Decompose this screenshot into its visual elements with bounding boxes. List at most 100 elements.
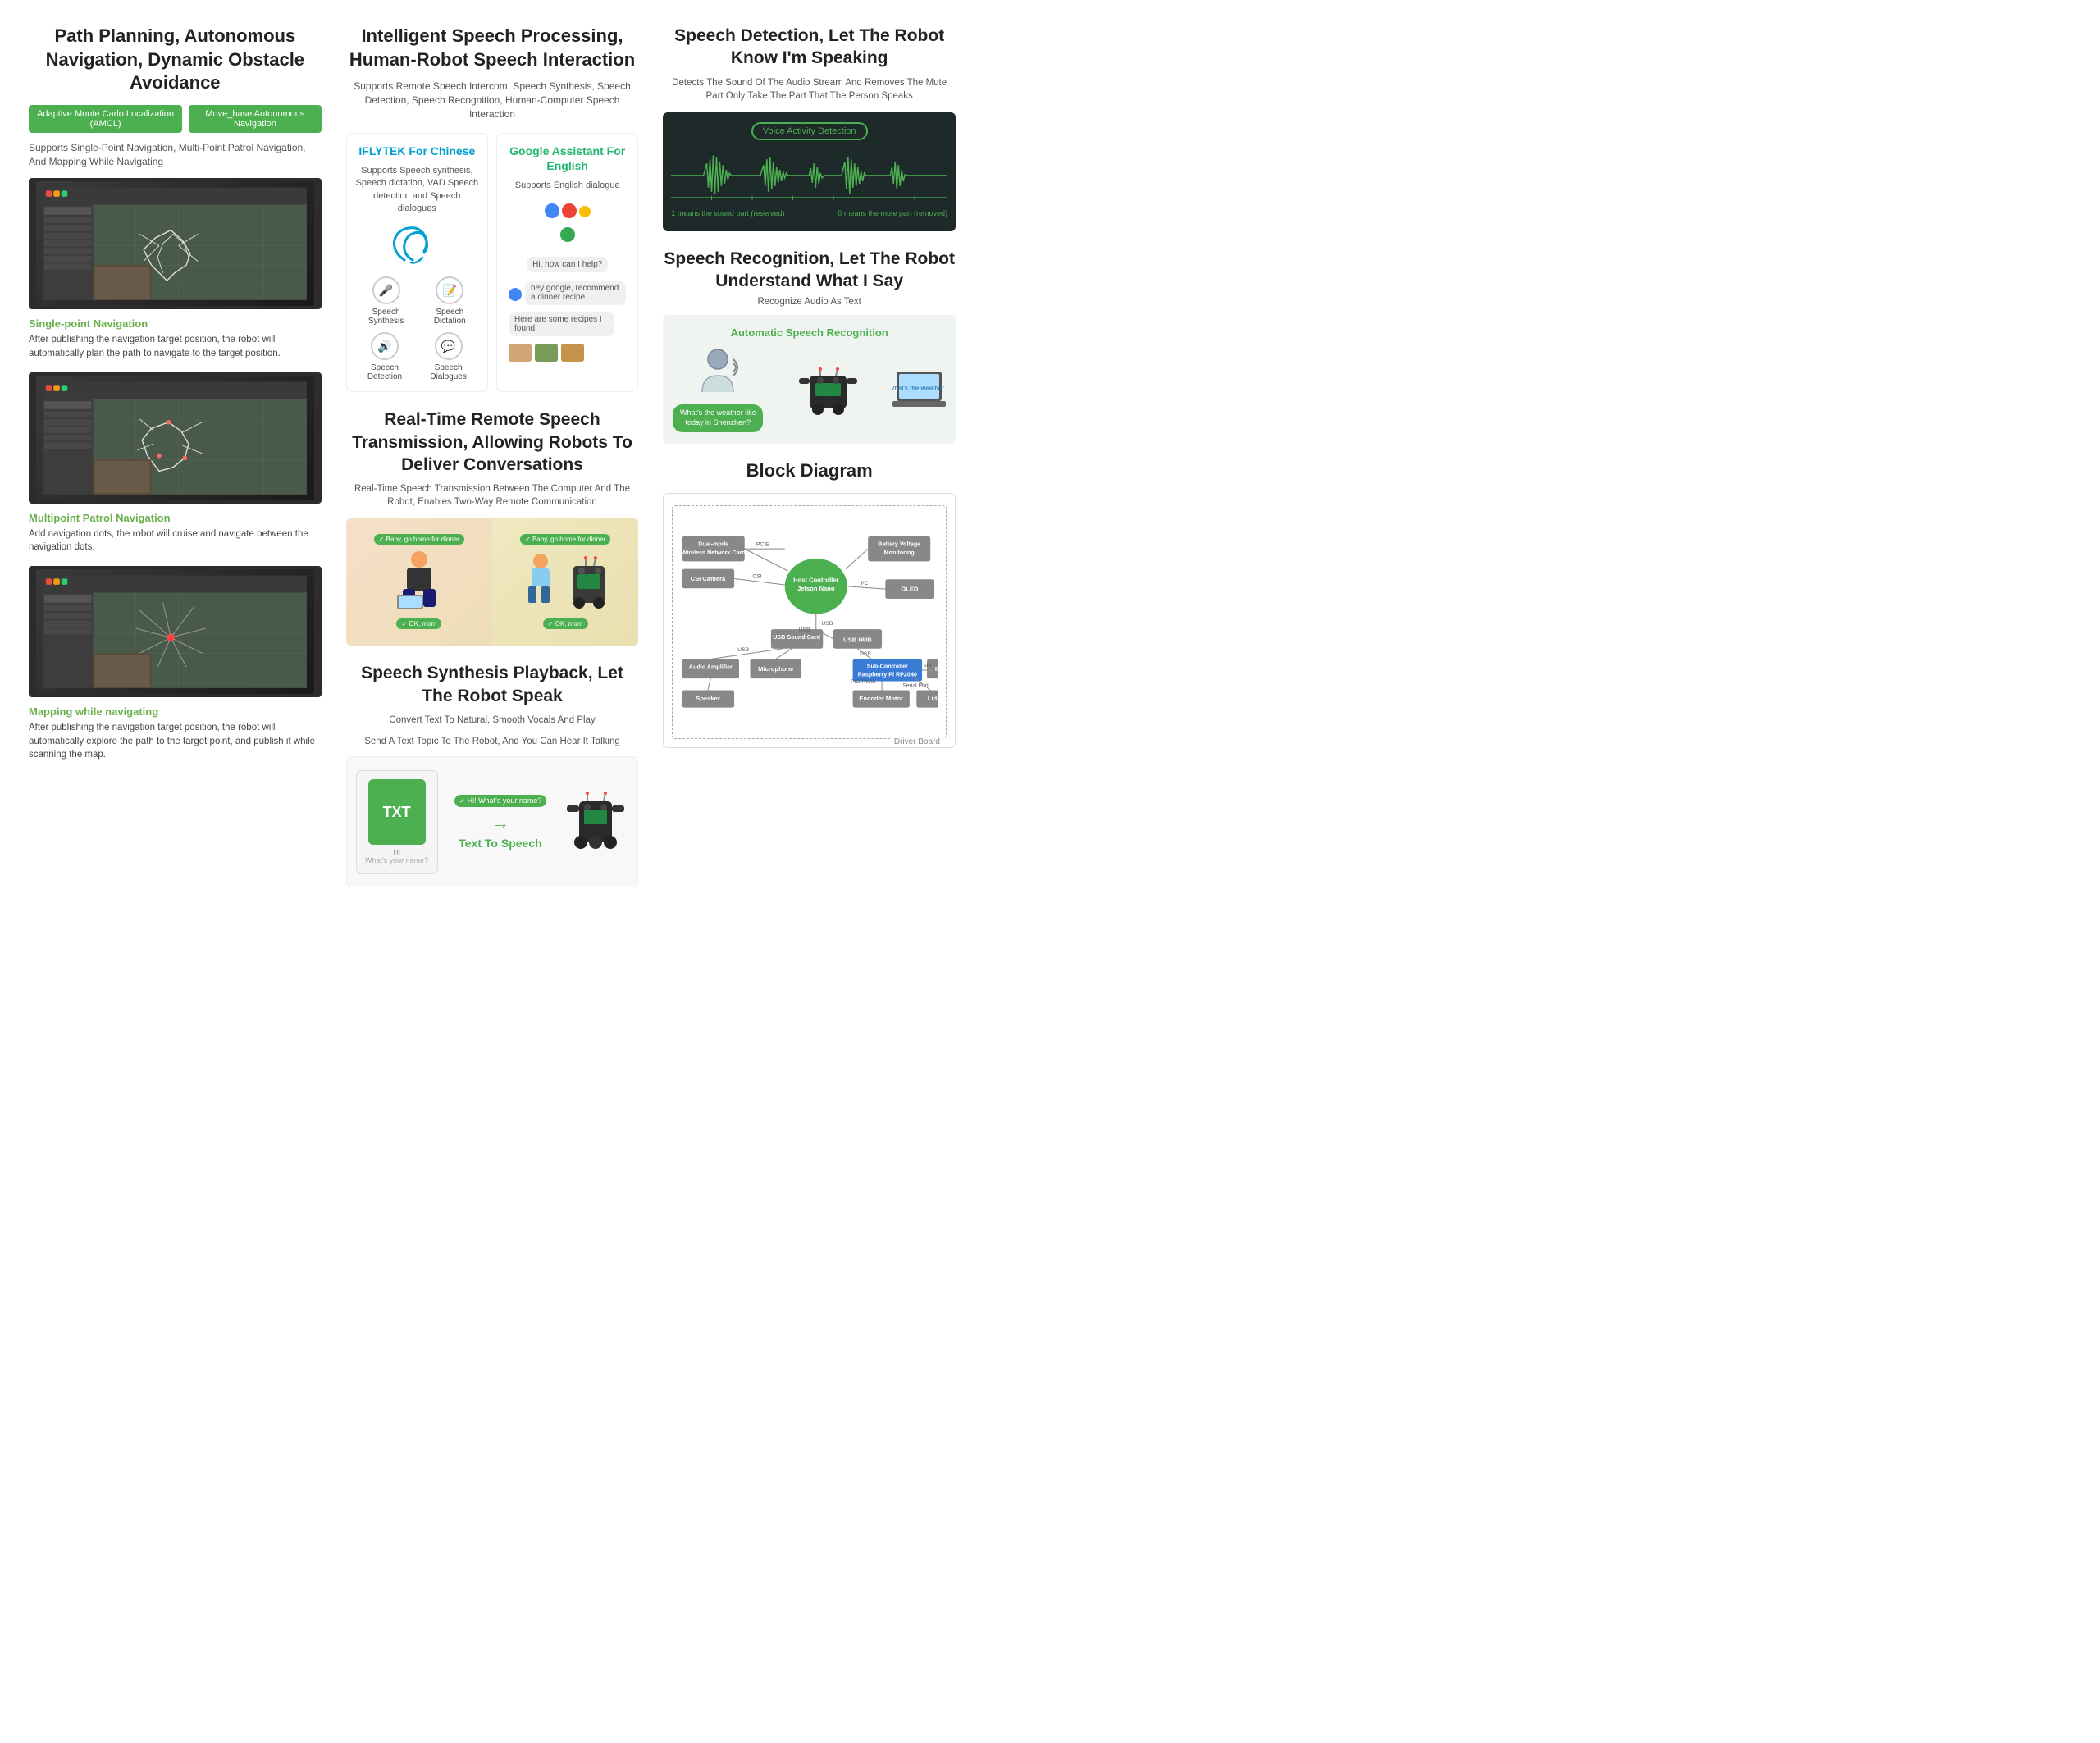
- google-card: Google Assistant For English Supports En…: [496, 133, 638, 393]
- bubble-left-bottom: ✓ OK, mom: [396, 618, 441, 629]
- chat-q1: hey google, recommend a dinner recipe: [525, 281, 626, 305]
- waveform-svg: [671, 147, 947, 204]
- google-chat: Hi, how can I help? hey google, recommen…: [504, 252, 631, 367]
- svg-text:What's the weather...: What's the weather...: [892, 385, 946, 392]
- chat-greeting: Hi, how can I help?: [527, 257, 608, 272]
- dict-circle: 📝: [436, 276, 463, 304]
- svg-text:CSI Camera: CSI Camera: [691, 575, 726, 582]
- vad-legend-left: 1 means the sound part (reserved): [671, 209, 784, 217]
- svg-text:USB: USB: [799, 627, 810, 632]
- chat-a1: Here are some recipes I found.: [509, 312, 614, 336]
- google-title: Google Assistant For English: [504, 144, 631, 173]
- bd-outer: Dual-mode Wireless Network Card PCIE Bat…: [672, 505, 947, 739]
- svg-text:Wireless Network Card: Wireless Network Card: [682, 550, 746, 556]
- hi-chat-bubble: ✓ Hi! What's your name?: [454, 795, 547, 807]
- speech-synth-title: Speech Synthesis Playback, Let The Robot…: [346, 662, 639, 707]
- speech-cards-container: IFLYTEK For Chinese Supports Speech synt…: [346, 133, 639, 393]
- block-diagram-svg: Dual-mode Wireless Network Card PCIE Bat…: [681, 514, 938, 728]
- iflytek-logo: [388, 223, 445, 268]
- right-column: Speech Detection, Let The Robot Know I'm…: [651, 16, 968, 896]
- svg-text:PIO PWM: PIO PWM: [851, 679, 875, 685]
- speech-det-icon: 🔊 Speech Detection: [354, 332, 417, 381]
- speech-synth-section: Speech Synthesis Playback, Let The Robot…: [346, 662, 639, 887]
- google-dot-green: [560, 227, 575, 242]
- svg-text:Raspberry Pi RP2040: Raspberry Pi RP2040: [858, 671, 917, 678]
- block-diagram: Dual-mode Wireless Network Card PCIE Bat…: [663, 493, 956, 748]
- mapping-nav-label: Mapping while navigating: [29, 705, 322, 718]
- transmission-illustration: ✓ Baby, go home for dinner ✓ OK, mom ✓ B…: [346, 518, 639, 646]
- speech-icons: 🎤 Speech Synthesis 📝 Speech Dictation: [354, 276, 481, 326]
- svg-text:USB: USB: [738, 647, 750, 653]
- left-title: Path Planning, Autonomous Navigation, Dy…: [29, 25, 322, 95]
- svg-text:Host Controller: Host Controller: [793, 576, 838, 583]
- multipoint-nav-desc: Add navigation dots, the robot will crui…: [29, 527, 322, 554]
- det-circle: 🔊: [371, 332, 399, 360]
- speech-icons-2: 🔊 Speech Detection 💬 Speech Dialogues: [354, 332, 481, 381]
- google-dot-yellow: [579, 206, 591, 217]
- svg-text:USB Sound Card: USB Sound Card: [774, 634, 821, 641]
- svg-text:SPI: SPI: [924, 664, 932, 668]
- transmission-title: Real-Time Remote Speech Transmission, Al…: [346, 408, 639, 476]
- asr-person: What's the weather like today in Shenzhe…: [673, 347, 763, 431]
- synth-label: Speech Synthesis: [368, 308, 404, 326]
- asr-demo: Automatic Speech Recognition What's the …: [663, 315, 956, 443]
- svg-text:Dual-mode: Dual-mode: [699, 541, 729, 547]
- svg-text:PCIE: PCIE: [756, 541, 769, 547]
- asr-content: What's the weather like today in Shenzhe…: [673, 347, 946, 431]
- arrow-icon: →: [491, 812, 509, 833]
- nav-screenshot-2: [29, 372, 322, 504]
- iflytek-card: IFLYTEK For Chinese Supports Speech synt…: [346, 133, 488, 393]
- transmission-section: Real-Time Remote Speech Transmission, Al…: [346, 408, 639, 646]
- vad-desc: Detects The Sound Of The Audio Stream An…: [663, 76, 956, 103]
- child-robot: [520, 550, 610, 615]
- block-diagram-title: Block Diagram: [663, 460, 956, 481]
- vad-legend-right: 0 means the mute part (removed): [838, 209, 947, 217]
- svg-text:OLED: OLED: [902, 585, 920, 592]
- tts-label: Text To Speech: [459, 837, 541, 850]
- speech-recog-title: Speech Recognition, Let The Robot Unders…: [663, 248, 956, 293]
- svg-text:USB: USB: [860, 651, 871, 657]
- google-desc: Supports English dialogue: [504, 180, 631, 192]
- vad-title: Speech Detection, Let The Robot Know I'm…: [663, 25, 956, 70]
- det-label: Speech Detection: [368, 363, 402, 381]
- nav-main-desc: Supports Single-Point Navigation, Multi-…: [29, 141, 322, 169]
- vad-legend: 1 means the sound part (reserved) 0 mean…: [671, 209, 947, 217]
- asr-demo-title: Automatic Speech Recognition: [673, 326, 946, 339]
- speech-recog-desc: Recognize Audio As Text: [663, 297, 956, 307]
- dia-circle: 💬: [435, 332, 463, 360]
- bubble-right-top: ✓ Baby, go home for dinner: [520, 534, 610, 545]
- nav-screenshot-1: [29, 178, 322, 309]
- asr-robot-svg: [797, 363, 859, 417]
- bubble-right-bottom: ✓ OK, mom: [543, 618, 588, 629]
- svg-text:Audio Amplifier: Audio Amplifier: [689, 664, 733, 670]
- tts-robot: [563, 781, 628, 863]
- asr-question: What's the weather like today in Shenzhe…: [673, 404, 763, 431]
- svg-text:IMU: IMU: [935, 665, 938, 673]
- txt-placeholder1: Hi: [393, 848, 400, 856]
- svg-text:USB: USB: [822, 621, 833, 627]
- txt-file-icon: TXT: [368, 779, 426, 845]
- svg-text:Sub-Controller: Sub-Controller: [867, 663, 908, 669]
- svg-text:Microphone: Microphone: [759, 665, 794, 673]
- svg-text:Monitoring: Monitoring: [884, 550, 915, 556]
- movebase-button[interactable]: Move_base Autonomous Navigation: [189, 105, 322, 133]
- vad-display: Voice Activity Detection: [663, 112, 956, 231]
- amcl-button[interactable]: Adaptive Monte Carlo Localization (AMCL): [29, 105, 182, 133]
- iflytek-desc: Supports Speech synthesis, Speech dictat…: [354, 165, 481, 216]
- mapping-nav-desc: After publishing the navigation target p…: [29, 721, 322, 762]
- svg-text:Speaker: Speaker: [696, 695, 721, 702]
- speech-synth-icon: 🎤 Speech Synthesis: [354, 276, 419, 326]
- single-nav-label: Single-point Navigation: [29, 317, 322, 330]
- svg-text:I²C: I²C: [861, 581, 869, 586]
- left-column: Path Planning, Autonomous Navigation, Dy…: [16, 16, 334, 896]
- svg-text:Battery Voltage: Battery Voltage: [878, 541, 920, 547]
- driver-board-label: Driver Board: [892, 737, 943, 746]
- google-dot-blue: [545, 203, 559, 218]
- nav-screenshot-3: [29, 566, 322, 697]
- single-nav-desc: After publishing the navigation target p…: [29, 333, 322, 360]
- person-icon: [696, 347, 741, 400]
- svg-text:Jetson Nano: Jetson Nano: [797, 585, 835, 592]
- iflytek-title: IFLYTEK For Chinese: [354, 144, 481, 158]
- vad-badge: Voice Activity Detection: [751, 122, 868, 140]
- svg-text:Lidar: Lidar: [928, 695, 938, 702]
